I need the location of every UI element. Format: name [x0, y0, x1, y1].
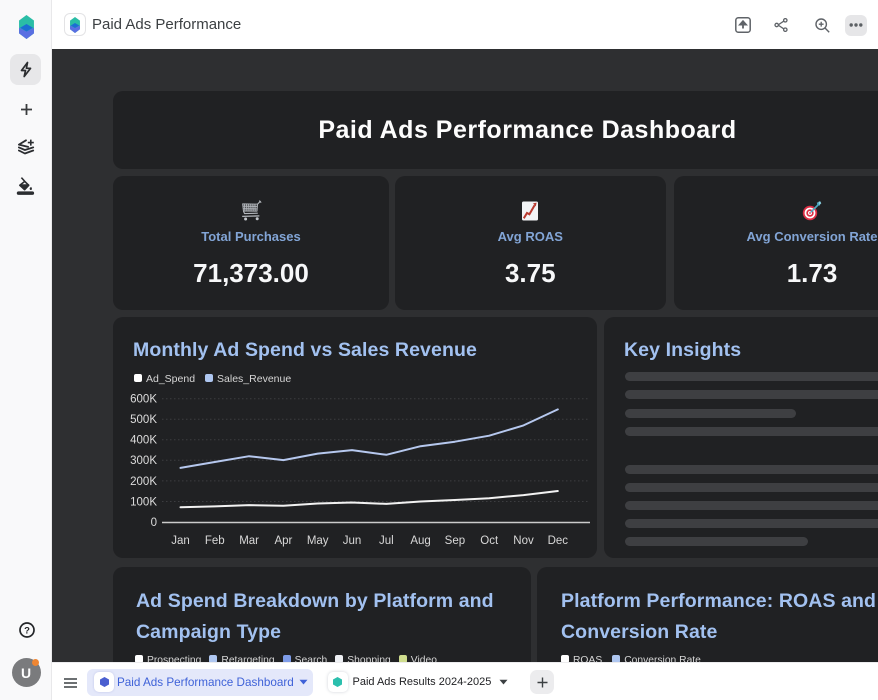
svg-text:Dec: Dec [548, 535, 569, 547]
svg-text:Nov: Nov [513, 535, 534, 547]
svg-text:Feb: Feb [205, 535, 225, 547]
svg-text:Jan: Jan [171, 535, 190, 547]
svg-text:200K: 200K [130, 476, 157, 488]
svg-text:Mar: Mar [239, 535, 259, 547]
svg-text:?: ? [24, 625, 30, 636]
svg-text:Aug: Aug [410, 535, 430, 547]
svg-text:500K: 500K [130, 414, 157, 426]
svg-text:100K: 100K [130, 496, 157, 508]
svg-text:Jul: Jul [379, 535, 394, 547]
svg-text:300K: 300K [130, 455, 157, 467]
svg-text:0: 0 [151, 517, 157, 529]
svg-text:Apr: Apr [274, 535, 292, 547]
svg-text:Jun: Jun [343, 535, 362, 547]
svg-text:May: May [307, 535, 329, 547]
svg-text:600K: 600K [130, 394, 157, 406]
svg-text:Sep: Sep [445, 535, 465, 547]
svg-text:Oct: Oct [480, 535, 499, 547]
svg-text:400K: 400K [130, 435, 157, 447]
